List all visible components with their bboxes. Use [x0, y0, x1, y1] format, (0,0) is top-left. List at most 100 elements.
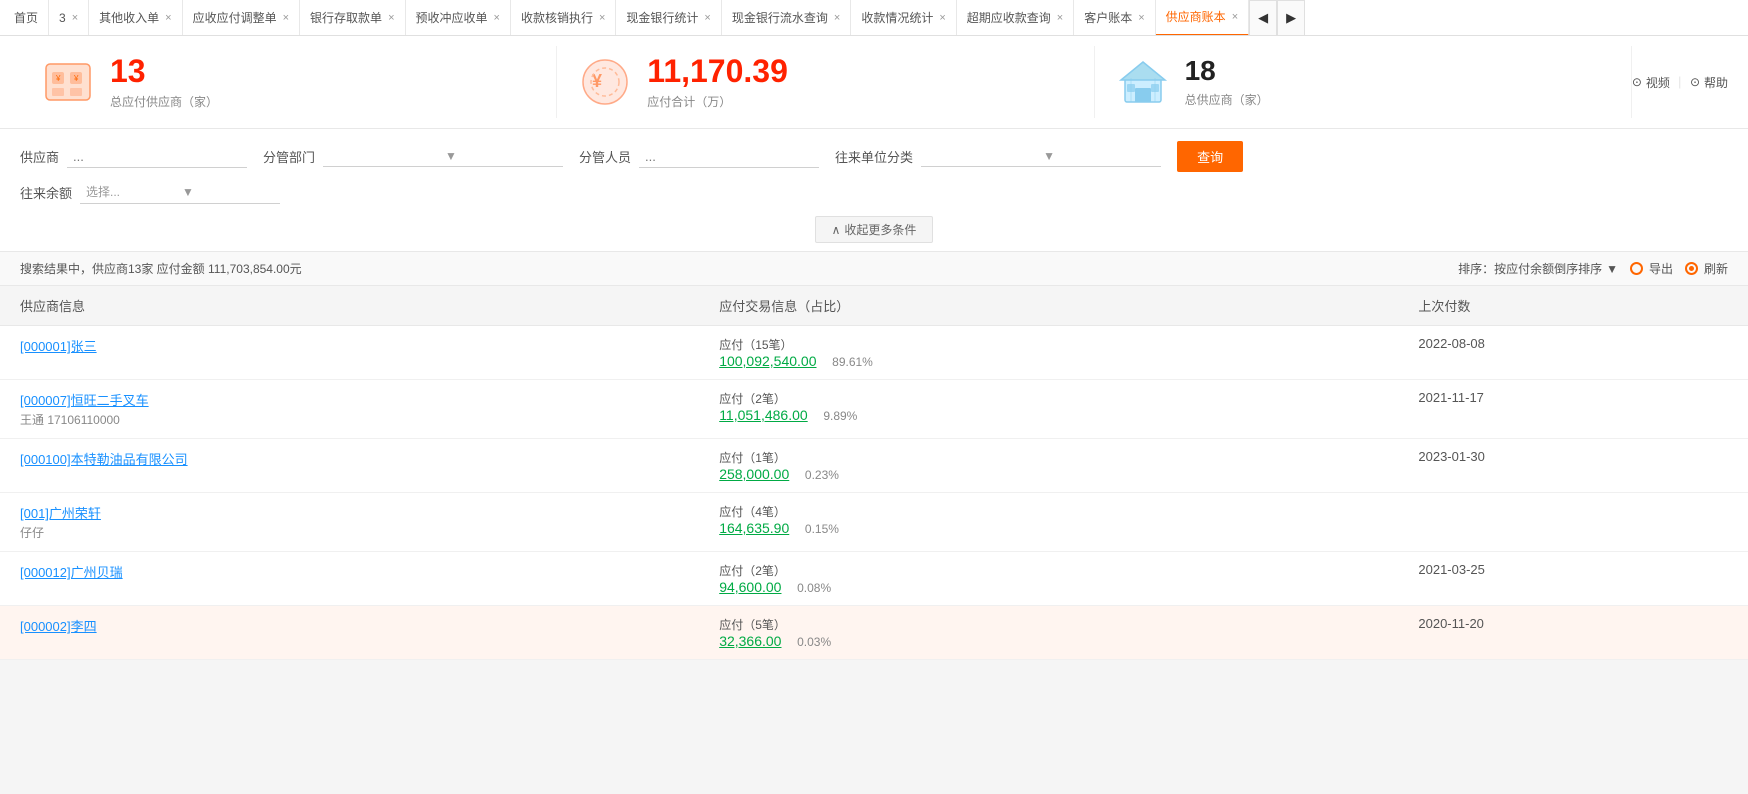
nav-tab-prepay-offset[interactable]: 预收冲应收单 ×	[406, 0, 511, 36]
filter-row-2: 往来余额 选择... ▼	[20, 180, 1728, 204]
collapse-button[interactable]: ∧ 收起更多条件	[815, 216, 934, 243]
nav-tab-3[interactable]: 3 ×	[49, 0, 89, 36]
tx-amount-row: 258,000.00 0.23%	[719, 466, 1378, 482]
last-pay-date: 2021-11-17	[1418, 390, 1484, 405]
tx-info-cell: 应付（15笔） 100,092,540.00 89.61%	[699, 326, 1398, 380]
nav-tab-other-income[interactable]: 其他收入单 ×	[89, 0, 182, 36]
last-pay-cell: 2021-03-25	[1398, 552, 1748, 606]
query-button[interactable]: 查询	[1177, 141, 1243, 172]
chevron-up-icon: ∧	[832, 223, 841, 237]
close-icon[interactable]: ×	[165, 12, 171, 24]
tx-amount[interactable]: 94,600.00	[719, 579, 781, 595]
col-header-lastpay: 上次付数	[1398, 286, 1748, 326]
nav-tab-receipt-stat[interactable]: 收款情况统计 ×	[851, 0, 956, 36]
supplier-info-cell: [001]广州荣轩仔仔	[0, 493, 699, 552]
tx-info-cell: 应付（4笔） 164,635.90 0.15%	[699, 493, 1398, 552]
supplier-sub: 仔仔	[20, 524, 679, 541]
svg-text:¥: ¥	[73, 74, 79, 83]
dept-select[interactable]: ▼	[323, 146, 563, 167]
supplier-link[interactable]: [000012]广州贝瑞	[20, 565, 123, 580]
tx-percent: 0.15%	[805, 522, 839, 536]
nav-tab-overdue-ar[interactable]: 超期应收款查询 ×	[957, 0, 1074, 36]
supplier-link[interactable]: [000002]李四	[20, 619, 97, 634]
nav-prev-arrow[interactable]: ◀	[1249, 0, 1277, 36]
nav-tab-home[interactable]: 首页	[4, 0, 49, 36]
top-navigation: 首页 3 × 其他收入单 × 应收应付调整单 × 银行存取款单 × 预收冲应收单…	[0, 0, 1748, 36]
close-icon[interactable]: ×	[72, 12, 78, 24]
supplier-label: 供应商	[20, 147, 59, 166]
result-bar: 搜索结果中，供应商13家 应付金额 111,703,854.00元 排序：按应付…	[0, 252, 1748, 286]
supplier-link[interactable]: [000100]本特勒油品有限公司	[20, 452, 188, 467]
tx-amount-row: 100,092,540.00 89.61%	[719, 353, 1378, 369]
help-icon: ⊙	[1690, 75, 1700, 89]
supplier-link[interactable]: [001]广州荣轩	[20, 506, 101, 521]
nav-tab-cash-bank-stat[interactable]: 现金银行统计 ×	[616, 0, 721, 36]
supplier-link[interactable]: [000001]张三	[20, 339, 97, 354]
tx-amount[interactable]: 11,051,486.00	[719, 407, 808, 423]
col-header-supplier: 供应商信息	[0, 286, 699, 326]
top-links: ⊙ 视频 ｜ ⊙ 帮助	[1632, 46, 1728, 118]
close-icon[interactable]: ×	[1138, 12, 1144, 24]
close-icon[interactable]: ×	[704, 12, 710, 24]
table-row: [000007]恒旺二手叉车王通 17106110000 应付（2笔） 11,05…	[0, 380, 1748, 439]
tx-amount[interactable]: 258,000.00	[719, 466, 789, 482]
chevron-down-icon: ▼	[182, 185, 274, 199]
last-pay-date: 2021-03-25	[1418, 562, 1485, 577]
close-icon[interactable]: ×	[1057, 12, 1063, 24]
supplier-info-cell: [000001]张三	[0, 326, 699, 380]
last-pay-date: 2023-01-30	[1418, 449, 1485, 464]
help-link[interactable]: 帮助	[1704, 74, 1728, 91]
result-summary: 搜索结果中，供应商13家 应付金额 111,703,854.00元	[20, 260, 302, 277]
tx-amount[interactable]: 100,092,540.00	[719, 353, 816, 369]
balance-label: 往来余额	[20, 183, 72, 202]
close-icon[interactable]: ×	[494, 12, 500, 24]
close-icon[interactable]: ×	[388, 12, 394, 24]
tx-amount[interactable]: 164,635.90	[719, 520, 789, 536]
dept-filter: 分管部门 ▼	[263, 146, 563, 167]
table-row: [000100]本特勒油品有限公司 应付（1笔） 258,000.00 0.23%…	[0, 439, 1748, 493]
data-table-container: 供应商信息 应付交易信息（占比） 上次付数 [000001]张三 应付（15笔） …	[0, 286, 1748, 660]
supplier-info-cell: [000007]恒旺二手叉车王通 17106110000	[0, 380, 699, 439]
nav-tab-receipt-exec[interactable]: 收款核销执行 ×	[511, 0, 616, 36]
tx-percent: 9.89%	[823, 409, 857, 423]
payable-icon: ¥	[577, 54, 633, 110]
sort-dropdown[interactable]: 排序：按应付余额倒序排序 ▼	[1458, 260, 1618, 277]
tx-label: 应付（5笔）	[719, 616, 1378, 633]
close-icon[interactable]: ×	[599, 12, 605, 24]
person-filter: 分管人员	[579, 146, 819, 168]
supplier-info-cell: [000002]李四	[0, 606, 699, 660]
supplier-input[interactable]	[67, 146, 247, 168]
balance-select[interactable]: 选择... ▼	[80, 180, 280, 204]
close-icon[interactable]: ×	[1232, 11, 1238, 23]
close-icon[interactable]: ×	[834, 12, 840, 24]
video-link[interactable]: 视频	[1646, 74, 1670, 91]
tx-amount-row: 94,600.00 0.08%	[719, 579, 1378, 595]
person-input[interactable]	[639, 146, 819, 168]
col-header-tx: 应付交易信息（占比）	[699, 286, 1398, 326]
category-select[interactable]: ▼	[921, 146, 1161, 167]
tx-label: 应付（15笔）	[719, 336, 1378, 353]
supplier-filter: 供应商	[20, 146, 247, 168]
refresh-button[interactable]: 刷新	[1685, 260, 1728, 277]
tx-label: 应付（1笔）	[719, 449, 1378, 466]
tx-percent: 89.61%	[832, 355, 873, 369]
tx-info-cell: 应付（1笔） 258,000.00 0.23%	[699, 439, 1398, 493]
nav-tab-supplier-ledger[interactable]: 供应商账本 ×	[1156, 0, 1249, 36]
close-icon[interactable]: ×	[939, 12, 945, 24]
nav-next-arrow[interactable]: ▶	[1277, 0, 1305, 36]
category-label: 往来单位分类	[835, 147, 913, 166]
card1-text: 13 总应付供应商（家）	[110, 54, 218, 110]
svg-text:¥: ¥	[55, 74, 61, 83]
nav-tab-bank-deposit[interactable]: 银行存取款单 ×	[300, 0, 405, 36]
tx-label: 应付（2笔）	[719, 390, 1378, 407]
nav-tab-ar-ap-adjust[interactable]: 应收应付调整单 ×	[183, 0, 300, 36]
last-pay-cell	[1398, 493, 1748, 552]
export-button[interactable]: 导出	[1630, 260, 1673, 277]
close-icon[interactable]: ×	[283, 12, 289, 24]
result-actions: 排序：按应付余额倒序排序 ▼ 导出 刷新	[1458, 260, 1728, 277]
supplier-link[interactable]: [000007]恒旺二手叉车	[20, 393, 149, 408]
tx-amount[interactable]: 32,366.00	[719, 633, 781, 649]
nav-tab-customer-ledger[interactable]: 客户账本 ×	[1074, 0, 1155, 36]
tx-amount-row: 11,051,486.00 9.89%	[719, 407, 1378, 423]
nav-tab-cash-bank-flow[interactable]: 现金银行流水查询 ×	[722, 0, 851, 36]
